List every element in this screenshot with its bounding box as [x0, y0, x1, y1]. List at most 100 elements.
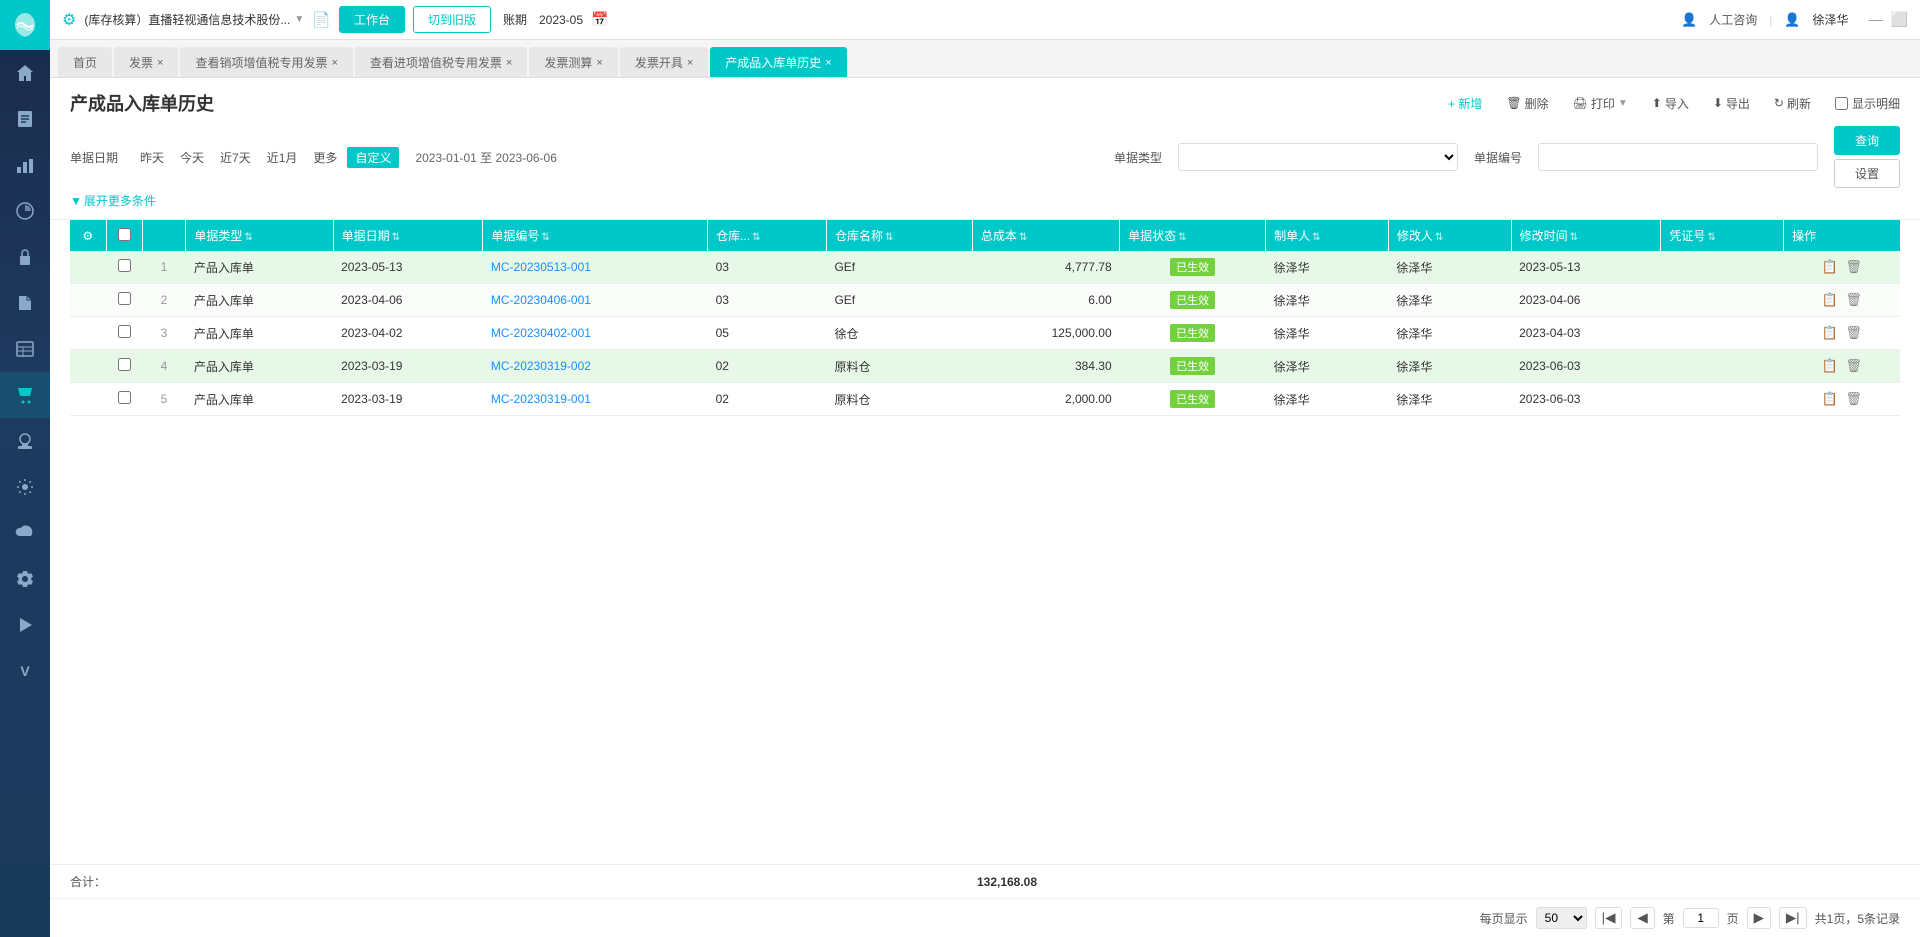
- date-btn-custom[interactable]: 自定义: [347, 147, 399, 168]
- doc-type-select[interactable]: [1178, 143, 1458, 171]
- th-settings[interactable]: ⚙: [70, 220, 106, 251]
- sidebar-item-cloud[interactable]: [0, 510, 50, 556]
- th-warehouse-name[interactable]: 仓库名称⇅: [826, 220, 972, 251]
- td-no-0[interactable]: MC-20230513-001: [483, 251, 708, 284]
- tab-product-history[interactable]: 产成品入库单历史 ×: [710, 47, 846, 77]
- sidebar-item-table[interactable]: [0, 326, 50, 372]
- show-detail-checkbox[interactable]: [1835, 97, 1848, 110]
- th-warehouse-code[interactable]: 仓库...⇅: [708, 220, 827, 251]
- row-checkbox-3[interactable]: [118, 358, 131, 371]
- import-btn[interactable]: ⬆ 导入: [1644, 91, 1697, 116]
- print-btn[interactable]: 🖨 打印 ▼: [1565, 91, 1636, 116]
- tab-invoice-close[interactable]: ×: [157, 57, 163, 69]
- sidebar-item-shop[interactable]: [0, 372, 50, 418]
- select-all-checkbox[interactable]: [118, 228, 131, 241]
- doc-link-0[interactable]: MC-20230513-001: [491, 260, 591, 274]
- tab-open-close[interactable]: ×: [687, 57, 693, 69]
- tab-product-history-close[interactable]: ×: [825, 57, 831, 69]
- row-checkbox-4[interactable]: [118, 391, 131, 404]
- td-no-3[interactable]: MC-20230319-002: [483, 350, 708, 383]
- th-total-cost[interactable]: 总成本⇅: [972, 220, 1119, 251]
- edit-icon-2[interactable]: 📋: [1822, 325, 1838, 340]
- td-no-4[interactable]: MC-20230319-001: [483, 383, 708, 416]
- sidebar-item-home[interactable]: [0, 50, 50, 96]
- calendar-icon[interactable]: 📅: [591, 11, 608, 28]
- tab-invoice[interactable]: 发票 ×: [114, 47, 178, 77]
- sidebar-item-play[interactable]: [0, 602, 50, 648]
- delete-icon-1[interactable]: 🗑: [1845, 292, 1862, 307]
- delete-btn[interactable]: 🗑 删除: [1498, 91, 1556, 116]
- th-checkbox[interactable]: [106, 220, 142, 251]
- next-page-btn[interactable]: ▶: [1747, 907, 1771, 929]
- tab-purchase-invoice[interactable]: 查看进项增值税专用发票 ×: [355, 47, 527, 77]
- doc-link-3[interactable]: MC-20230319-002: [491, 359, 591, 373]
- tab-sales-close[interactable]: ×: [331, 57, 337, 69]
- minimize-icon[interactable]: —: [1869, 11, 1883, 28]
- set-btn[interactable]: 设置: [1834, 159, 1900, 188]
- work-desk-btn[interactable]: 工作台: [339, 6, 405, 33]
- th-status[interactable]: 单据状态⇅: [1120, 220, 1266, 251]
- query-btn[interactable]: 查询: [1834, 126, 1900, 155]
- td-check-3[interactable]: [106, 350, 142, 383]
- row-checkbox-0[interactable]: [118, 259, 131, 272]
- new-btn[interactable]: + 新增: [1440, 91, 1490, 116]
- tab-calc-close[interactable]: ×: [596, 57, 602, 69]
- tab-home[interactable]: 首页: [58, 47, 112, 77]
- user-name[interactable]: 徐泽华: [1813, 11, 1849, 28]
- th-mod-time[interactable]: 修改时间⇅: [1511, 220, 1661, 251]
- first-page-btn[interactable]: |◀: [1595, 907, 1623, 929]
- prev-page-btn[interactable]: ◀: [1630, 907, 1654, 929]
- delete-icon-3[interactable]: 🗑: [1845, 358, 1862, 373]
- sidebar-item-v[interactable]: V: [0, 648, 50, 694]
- refresh-btn[interactable]: ↻ 刷新: [1766, 91, 1819, 116]
- last-page-btn[interactable]: ▶|: [1779, 907, 1807, 929]
- date-btn-1month[interactable]: 近1月: [261, 147, 304, 168]
- delete-icon-2[interactable]: 🗑: [1845, 325, 1862, 340]
- edit-icon-1[interactable]: 📋: [1822, 292, 1838, 307]
- row-checkbox-1[interactable]: [118, 292, 131, 305]
- td-check-4[interactable]: [106, 383, 142, 416]
- row-checkbox-2[interactable]: [118, 325, 131, 338]
- doc-no-input[interactable]: [1538, 143, 1818, 171]
- date-btn-more[interactable]: 更多: [307, 147, 343, 168]
- sidebar-item-settings2[interactable]: [0, 464, 50, 510]
- th-modifier[interactable]: 修改人⇅: [1388, 220, 1511, 251]
- th-doc-type[interactable]: 单据类型⇅: [186, 220, 333, 251]
- help-label[interactable]: 人工咨询: [1709, 11, 1757, 28]
- doc-link-1[interactable]: MC-20230406-001: [491, 293, 591, 307]
- doc-link-2[interactable]: MC-20230402-001: [491, 326, 591, 340]
- tab-calc[interactable]: 发票测算 ×: [529, 47, 617, 77]
- edit-icon-4[interactable]: 📋: [1822, 391, 1838, 406]
- date-btn-7days[interactable]: 近7天: [214, 147, 257, 168]
- td-check-2[interactable]: [106, 317, 142, 350]
- expand-more-btn[interactable]: ▼ 展开更多条件: [70, 192, 1900, 209]
- td-no-2[interactable]: MC-20230402-001: [483, 317, 708, 350]
- maximize-icon[interactable]: ⬜: [1891, 11, 1908, 28]
- doc-link-4[interactable]: MC-20230319-001: [491, 392, 591, 406]
- date-btn-yesterday[interactable]: 昨天: [134, 147, 170, 168]
- tab-open[interactable]: 发票开具 ×: [620, 47, 708, 77]
- export-btn[interactable]: ⬇ 导出: [1705, 91, 1758, 116]
- td-no-1[interactable]: MC-20230406-001: [483, 284, 708, 317]
- td-check-0[interactable]: [106, 251, 142, 284]
- sidebar-item-lock[interactable]: [0, 234, 50, 280]
- delete-icon-0[interactable]: 🗑: [1845, 259, 1862, 274]
- tab-purchase-close[interactable]: ×: [506, 57, 512, 69]
- th-voucher[interactable]: 凭证号⇅: [1661, 220, 1784, 251]
- td-check-1[interactable]: [106, 284, 142, 317]
- sidebar-item-chart[interactable]: [0, 142, 50, 188]
- th-creator[interactable]: 制单人⇅: [1266, 220, 1389, 251]
- edit-icon-0[interactable]: 📋: [1822, 259, 1838, 274]
- sidebar-item-invoice[interactable]: [0, 96, 50, 142]
- th-doc-date[interactable]: 单据日期⇅: [333, 220, 483, 251]
- switch-version-btn[interactable]: 切到旧版: [413, 6, 491, 33]
- sidebar-item-doc[interactable]: [0, 280, 50, 326]
- date-btn-today[interactable]: 今天: [174, 147, 210, 168]
- delete-icon-4[interactable]: 🗑: [1845, 391, 1862, 406]
- sidebar-item-stamp[interactable]: [0, 418, 50, 464]
- sidebar-item-analytics[interactable]: [0, 188, 50, 234]
- sidebar-item-gear[interactable]: [0, 556, 50, 602]
- page-input[interactable]: [1683, 908, 1719, 928]
- edit-icon-3[interactable]: 📋: [1822, 358, 1838, 373]
- th-doc-no[interactable]: 单据编号⇅: [483, 220, 708, 251]
